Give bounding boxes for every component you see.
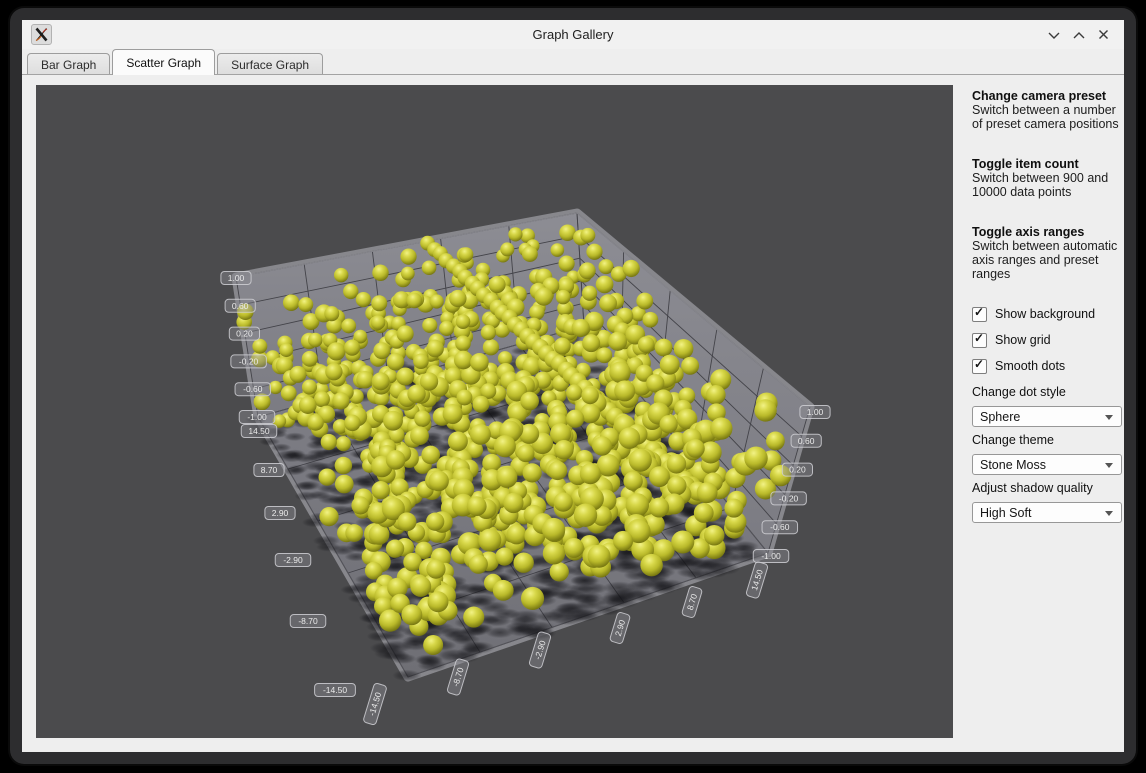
axis-tick-label: -1.00	[752, 549, 790, 563]
checkbox-box[interactable]: ✓	[972, 356, 987, 374]
svg-text:0.60: 0.60	[232, 301, 249, 311]
svg-text:8.70: 8.70	[261, 465, 278, 475]
select-label-change-dot-style: Change dot style	[972, 385, 1066, 399]
axis-tick-label: -14.50	[314, 683, 356, 697]
axis-tick-label: -1.00	[238, 410, 276, 424]
axis-tick-label: -0.20	[230, 354, 267, 369]
scatter-plot-canvas[interactable]: 1.00 0.60 0.20 -0.20 -0.60 -1.00 1.00 0.60 0.20 -…	[36, 85, 953, 738]
axis-tick-label: 0.60	[790, 433, 822, 448]
axis-tick-label: 0.60	[224, 298, 256, 313]
checkbox-label: Show background	[995, 307, 1096, 321]
command-link-change-camera-preset[interactable]: Change camera preset Switch between a num…	[972, 89, 1124, 131]
command-link-title: Toggle item count	[972, 157, 1079, 171]
settings-panel: Change camera preset Switch between a num…	[953, 85, 1124, 738]
svg-text:1.00: 1.00	[807, 407, 824, 417]
checkbox-show-background[interactable]: ✓ Show background	[972, 304, 1124, 322]
tab-bar: Bar Graph Scatter Graph Surface Graph	[22, 49, 1124, 75]
svg-text:-0.20: -0.20	[239, 356, 259, 366]
svg-text:-0.60: -0.60	[243, 384, 263, 394]
axis-tick-label: 14.50	[745, 561, 769, 599]
check-icon: ✓	[974, 330, 985, 345]
app-icon	[31, 24, 52, 45]
svg-text:-14.50: -14.50	[323, 685, 347, 695]
title-bar[interactable]: Graph Gallery	[22, 20, 1124, 49]
command-link-title: Change camera preset	[972, 89, 1107, 103]
window-controls	[1046, 27, 1111, 42]
checkbox-label: Smooth dots	[995, 359, 1066, 373]
checkbox-label: Show grid	[995, 333, 1051, 347]
axis-tick-label: 2.90	[609, 612, 631, 644]
x11-logo-icon	[35, 27, 48, 42]
axis-tick-label: 0.20	[781, 462, 814, 477]
select-value: High Soft	[980, 505, 1032, 520]
command-link-toggle-item-count[interactable]: Toggle item count Switch between 900 and …	[972, 157, 1124, 199]
minimize-button[interactable]	[1046, 27, 1061, 42]
axis-tick-label: -14.50	[363, 682, 387, 726]
tab-scatter-graph[interactable]: Scatter Graph	[112, 49, 216, 75]
scatter-graph-3d-view[interactable]: 1.00 0.60 0.20 -0.20 -0.60 -1.00 1.00 0.60 0.20 -…	[36, 85, 953, 738]
svg-text:-0.60: -0.60	[770, 522, 790, 532]
window-title: Graph Gallery	[532, 27, 614, 42]
svg-text:2.90: 2.90	[272, 508, 289, 518]
checkbox-group: ✓ Show background ✓ Show grid ✓ Smooth dots	[972, 304, 1124, 374]
svg-text:-1.00: -1.00	[761, 551, 781, 561]
svg-text:-8.70: -8.70	[298, 616, 318, 626]
tab-bar-graph[interactable]: Bar Graph	[27, 53, 111, 75]
app-window: Graph Gallery Bar Graph Scatter Graph Su…	[22, 20, 1124, 752]
chevron-down-icon	[1105, 463, 1113, 468]
command-link-description: Switch between automatic axis ranges and…	[972, 239, 1118, 281]
svg-text:14.50: 14.50	[248, 426, 270, 436]
axis-tick-label: 2.90	[264, 506, 296, 520]
svg-text:-1.00: -1.00	[247, 412, 267, 422]
axis-tick-label: -0.20	[770, 491, 807, 506]
select-value: Sphere	[980, 409, 1021, 424]
axis-tick-label: -8.70	[289, 614, 327, 628]
select-value: Stone Moss	[980, 457, 1047, 472]
command-link-toggle-axis-ranges[interactable]: Toggle axis ranges Switch between automat…	[972, 225, 1124, 281]
chevron-down-icon	[1105, 511, 1113, 516]
axis-tick-label: 1.00	[220, 271, 252, 285]
select-label-change-theme: Change theme	[972, 433, 1055, 447]
axis-tick-label: 14.50	[240, 424, 278, 438]
axis-tick-label: -2.90	[274, 553, 312, 567]
svg-text:0.20: 0.20	[236, 329, 253, 339]
svg-text:0.60: 0.60	[798, 436, 815, 446]
axis-tick-label: 8.70	[681, 586, 703, 618]
select-change-dot-style[interactable]: Sphere	[972, 406, 1122, 427]
svg-text:1.00: 1.00	[228, 273, 245, 283]
checkbox-box[interactable]: ✓	[972, 304, 987, 322]
axis-tick-label: -0.60	[234, 382, 272, 397]
check-icon: ✓	[974, 356, 985, 371]
axis-tick-label: 1.00	[799, 405, 831, 419]
svg-text:-2.90: -2.90	[283, 555, 303, 565]
select-change-theme[interactable]: Stone Moss	[972, 454, 1122, 475]
command-link-title: Toggle axis ranges	[972, 225, 1085, 239]
maximize-button[interactable]	[1071, 27, 1086, 42]
close-icon	[1099, 30, 1108, 39]
svg-text:0.20: 0.20	[789, 465, 806, 475]
checkbox-smooth-dots[interactable]: ✓ Smooth dots	[972, 356, 1124, 374]
svg-text:-0.20: -0.20	[779, 493, 799, 503]
command-link-description: Switch between 900 and 10000 data points	[972, 171, 1109, 199]
checkbox-show-grid[interactable]: ✓ Show grid	[972, 330, 1124, 348]
checkbox-box[interactable]: ✓	[972, 330, 987, 348]
command-link-description: Switch between a number of preset camera…	[972, 103, 1119, 131]
chevron-up-icon	[1073, 31, 1084, 38]
axis-tick-label: 0.20	[228, 326, 260, 341]
select-adjust-shadow-quality[interactable]: High Soft	[972, 502, 1122, 523]
content-area: 1.00 0.60 0.20 -0.20 -0.60 -1.00 1.00 0.60 0.20 -…	[22, 75, 1124, 752]
check-icon: ✓	[974, 304, 985, 319]
axis-tick-label: -0.60	[761, 520, 799, 535]
select-label-adjust-shadow-quality: Adjust shadow quality	[972, 481, 1093, 495]
close-button[interactable]	[1096, 27, 1111, 42]
axis-tick-label: 8.70	[253, 463, 285, 477]
window-frame: Graph Gallery Bar Graph Scatter Graph Su…	[10, 8, 1136, 764]
tab-surface-graph[interactable]: Surface Graph	[217, 53, 324, 75]
chevron-down-icon	[1105, 415, 1113, 420]
chevron-down-icon	[1048, 32, 1059, 39]
